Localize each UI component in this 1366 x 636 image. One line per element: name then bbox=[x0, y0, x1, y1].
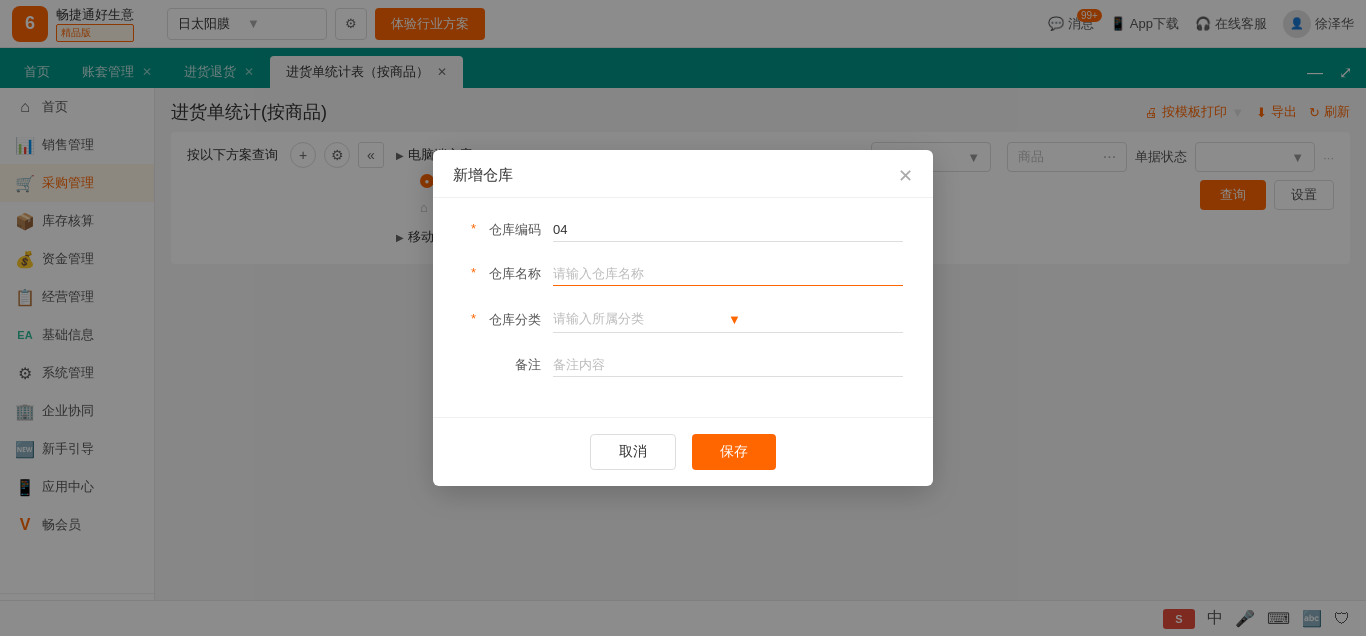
warehouse-name-input[interactable] bbox=[553, 262, 903, 286]
form-row-note: 备注 bbox=[463, 353, 903, 377]
form-row-category: 仓库分类 请输入所属分类 ▼ bbox=[463, 306, 903, 333]
add-warehouse-modal: 新增仓库 ✕ 仓库编码 仓库名称 仓库分类 请输入所属分类 ▼ bbox=[433, 150, 933, 486]
category-arrow-icon: ▼ bbox=[728, 312, 903, 327]
form-row-code: 仓库编码 bbox=[463, 218, 903, 242]
modal-overlay[interactable]: 新增仓库 ✕ 仓库编码 仓库名称 仓库分类 请输入所属分类 ▼ bbox=[0, 0, 1366, 636]
modal-title: 新增仓库 bbox=[453, 166, 513, 185]
warehouse-code-input[interactable] bbox=[553, 218, 903, 242]
form-label-category: 仓库分类 bbox=[463, 311, 553, 329]
form-row-name: 仓库名称 bbox=[463, 262, 903, 286]
modal-close-button[interactable]: ✕ bbox=[898, 167, 913, 185]
form-label-name: 仓库名称 bbox=[463, 265, 553, 283]
category-placeholder: 请输入所属分类 bbox=[553, 310, 728, 328]
save-button[interactable]: 保存 bbox=[692, 434, 776, 470]
modal-footer: 取消 保存 bbox=[433, 417, 933, 486]
modal-body: 仓库编码 仓库名称 仓库分类 请输入所属分类 ▼ 备注 bbox=[433, 198, 933, 417]
warehouse-note-input[interactable] bbox=[553, 353, 903, 377]
modal-header: 新增仓库 ✕ bbox=[433, 150, 933, 198]
form-label-code: 仓库编码 bbox=[463, 221, 553, 239]
form-label-note: 备注 bbox=[463, 356, 553, 374]
cancel-button[interactable]: 取消 bbox=[590, 434, 676, 470]
warehouse-category-select[interactable]: 请输入所属分类 ▼ bbox=[553, 306, 903, 333]
